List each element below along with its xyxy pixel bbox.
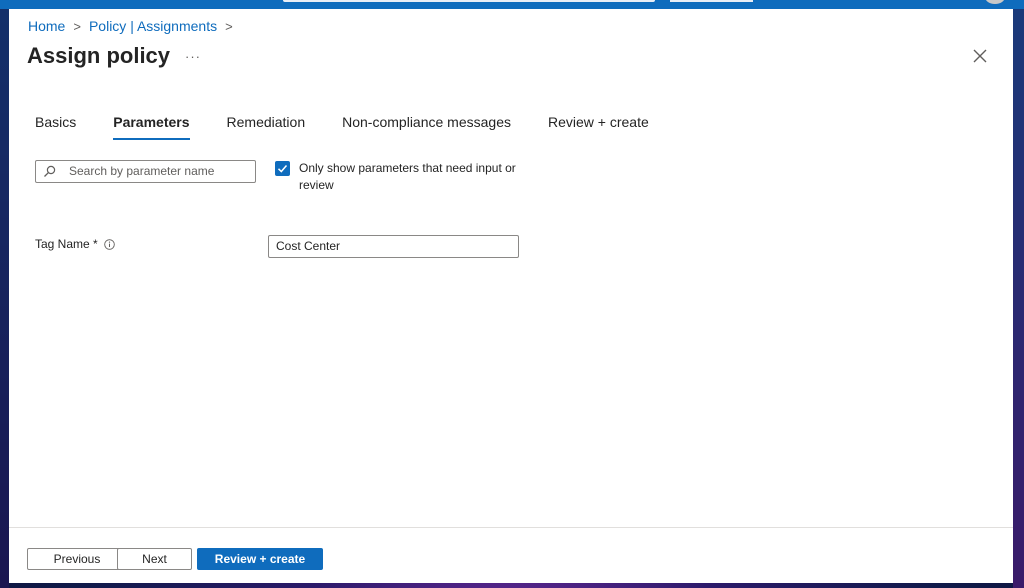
close-icon[interactable] — [972, 48, 988, 64]
search-icon — [44, 165, 56, 177]
previous-button[interactable]: Previous — [27, 548, 127, 570]
tag-name-field[interactable] — [268, 235, 519, 258]
breadcrumb: Home > Policy | Assignments > — [28, 18, 241, 34]
info-icon[interactable] — [103, 238, 115, 250]
tab-remediation[interactable]: Remediation — [227, 114, 306, 130]
desktop-background-right — [1013, 9, 1024, 588]
top-bar-button[interactable] — [670, 0, 753, 2]
chevron-right-icon: > — [225, 18, 233, 34]
avatar[interactable] — [985, 0, 1005, 4]
tab-basics[interactable]: Basics — [35, 114, 76, 130]
tag-name-label-group: Tag Name * — [35, 237, 115, 251]
assign-policy-panel: Home > Policy | Assignments > Assign pol… — [9, 9, 1013, 583]
search-input[interactable] — [69, 163, 249, 179]
tab-parameters[interactable]: Parameters — [113, 114, 190, 140]
tab-review-create[interactable]: Review + create — [548, 114, 649, 130]
portal-top-bar — [0, 0, 1024, 9]
tag-name-label: Tag Name * — [35, 237, 98, 251]
chevron-right-icon: > — [73, 18, 81, 34]
tab-bar: Basics Parameters Remediation Non-compli… — [35, 114, 649, 140]
review-create-button[interactable]: Review + create — [197, 548, 323, 570]
breadcrumb-home[interactable]: Home — [28, 18, 65, 34]
footer-divider — [9, 527, 1013, 528]
parameter-search-box[interactable] — [35, 160, 256, 183]
tab-non-compliance-messages[interactable]: Non-compliance messages — [342, 114, 511, 130]
tag-name-input[interactable] — [276, 238, 511, 254]
next-button[interactable]: Next — [117, 548, 192, 570]
only-show-required-checkbox[interactable] — [275, 161, 290, 176]
checkmark-icon — [277, 165, 288, 173]
more-options-icon[interactable]: ··· — [185, 49, 201, 64]
only-show-required-label[interactable]: Only show parameters that need input or … — [299, 160, 539, 194]
page-title: Assign policy — [27, 43, 171, 68]
global-search-box[interactable] — [283, 0, 655, 2]
breadcrumb-policy-assignments[interactable]: Policy | Assignments — [89, 18, 217, 34]
desktop-background-left — [0, 9, 9, 588]
